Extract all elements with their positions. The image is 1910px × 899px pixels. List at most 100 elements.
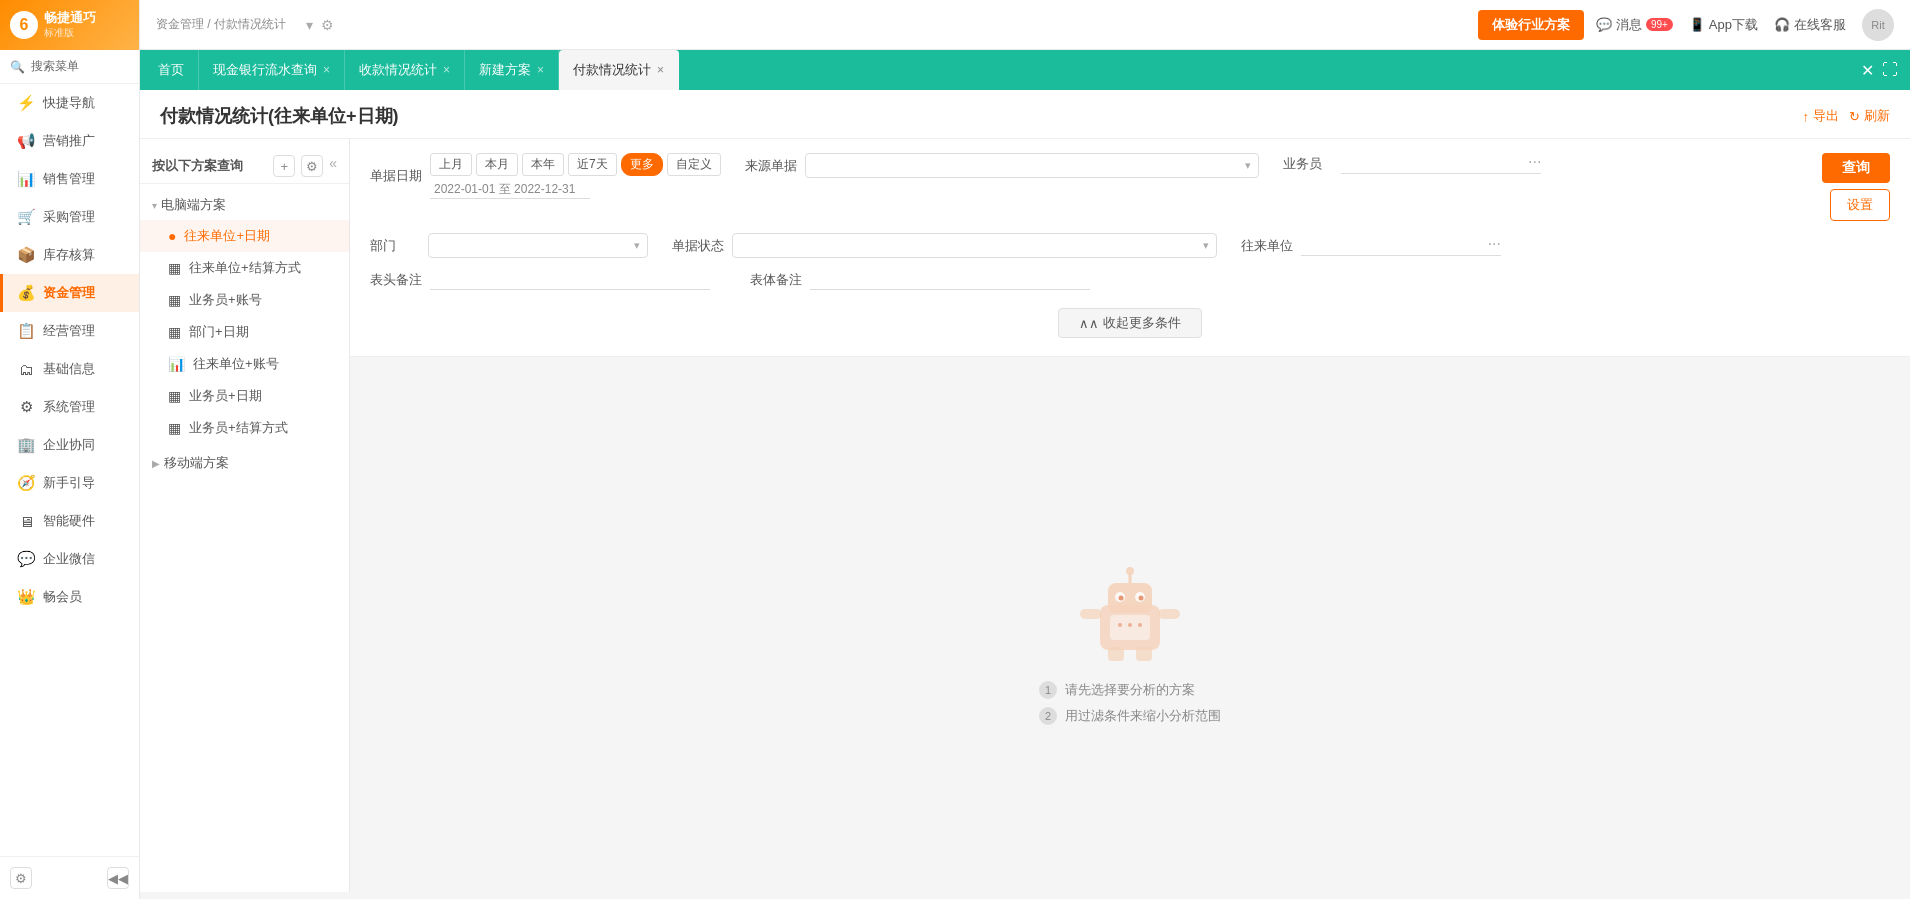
header-note-input[interactable] — [430, 270, 710, 290]
empty-step-1: 1 请先选择要分析的方案 — [1039, 681, 1221, 699]
sidebar-item-marketing[interactable]: 📢 营销推广 — [0, 122, 139, 160]
tab-expand-btn[interactable]: ⛶ — [1882, 61, 1898, 79]
date-btn-7days[interactable]: 近7天 — [568, 153, 617, 176]
scheme-item-partner-account[interactable]: 📊 往来单位+账号 — [140, 348, 349, 380]
sidebar-item-member[interactable]: 👑 畅会员 — [0, 578, 139, 616]
page-header: 付款情况统计(往来单位+日期) ↑ 导出 ↻ 刷新 — [140, 90, 1910, 139]
app-download-icon: 📱 — [1689, 17, 1705, 32]
collapse-more-btn[interactable]: ∧∧ 收起更多条件 — [1058, 308, 1202, 338]
sidebar-item-inventory[interactable]: 📦 库存核算 — [0, 236, 139, 274]
page-title: 付款情况统计(往来单位+日期) — [160, 104, 399, 128]
tab-receivable-close[interactable]: × — [443, 63, 450, 77]
source-doc-select[interactable] — [805, 153, 1260, 178]
svg-rect-12 — [1110, 615, 1150, 640]
staff-label: 业务员 — [1283, 155, 1333, 173]
scheme-item-staff-date[interactable]: ▦ 业务员+日期 — [140, 380, 349, 412]
sidebar-item-quick-nav[interactable]: ⚡ 快捷导航 — [0, 84, 139, 122]
tab-new-scheme-close[interactable]: × — [537, 63, 544, 77]
trial-btn[interactable]: 体验行业方案 — [1478, 10, 1584, 40]
user-avatar[interactable]: Rit — [1862, 9, 1894, 41]
message-action[interactable]: 💬 消息 99+ — [1596, 16, 1673, 34]
sidebar-item-label: 畅会员 — [43, 588, 82, 606]
svg-point-4 — [1119, 595, 1124, 600]
sidebar-item-label: 企业微信 — [43, 550, 95, 568]
sidebar-item-guide[interactable]: 🧭 新手引导 — [0, 464, 139, 502]
scheme-settings-btn[interactable]: ⚙ — [301, 155, 323, 177]
scheme-group-mobile: ▶ 移动端方案 — [140, 448, 349, 478]
sidebar-item-enterprise[interactable]: 🏢 企业协同 — [0, 426, 139, 464]
app-logo-text-group: 畅捷通巧 标准版 — [44, 10, 96, 40]
scheme-item-staff-settle[interactable]: ▦ 业务员+结算方式 — [140, 412, 349, 444]
system-icon: ⚙ — [17, 398, 35, 416]
sidebar-header: 6 畅捷通巧 标准版 — [0, 0, 139, 50]
sidebar-search[interactable]: 🔍 搜索菜单 — [0, 50, 139, 84]
empty-state: 1 请先选择要分析的方案 2 用过滤条件来缩小分析范围 — [1039, 565, 1221, 725]
scheme-group-header-desktop[interactable]: ▾ 电脑端方案 — [140, 190, 349, 220]
sidebar-item-system[interactable]: ⚙ 系统管理 — [0, 388, 139, 426]
tab-receivable[interactable]: 收款情况统计 × — [345, 50, 465, 90]
tab-close-all-btn[interactable]: ✕ — [1861, 61, 1874, 80]
date-range-input[interactable] — [430, 180, 590, 199]
sidebar-item-basic-info[interactable]: 🗂 基础信息 — [0, 350, 139, 388]
query-btn[interactable]: 查询 — [1822, 153, 1890, 183]
sidebar-item-hardware[interactable]: 🖥 智能硬件 — [0, 502, 139, 540]
date-btn-this-month[interactable]: 本月 — [476, 153, 518, 176]
sidebar-item-wechat[interactable]: 💬 企业微信 — [0, 540, 139, 578]
scheme-group-header-mobile[interactable]: ▶ 移动端方案 — [140, 448, 349, 478]
avatar-text: Rit — [1871, 19, 1884, 31]
sidebar-item-label: 采购管理 — [43, 208, 95, 226]
body-note-input[interactable] — [810, 270, 1090, 290]
wechat-icon: 💬 — [17, 550, 35, 568]
export-btn[interactable]: ↑ 导出 — [1803, 107, 1840, 125]
tab-cashflow-close[interactable]: × — [323, 63, 330, 77]
online-service-action[interactable]: 🎧 在线客服 — [1774, 16, 1846, 34]
sidebar-item-purchase[interactable]: 🛒 采购管理 — [0, 198, 139, 236]
online-service-label: 在线客服 — [1794, 16, 1846, 34]
filter-settings-btn[interactable]: 设置 — [1830, 189, 1890, 221]
content-area: 1 请先选择要分析的方案 2 用过滤条件来缩小分析范围 — [350, 357, 1910, 892]
export-label: 导出 — [1813, 107, 1839, 125]
scheme-item-partner-date[interactable]: ● 往来单位+日期 — [140, 220, 349, 252]
footer-settings-btn[interactable]: ⚙ — [10, 867, 32, 889]
dept-label: 部门 — [370, 237, 420, 255]
date-btn-custom[interactable]: 自定义 — [667, 153, 721, 176]
dept-select[interactable] — [428, 233, 648, 258]
sidebar-item-finance[interactable]: 💰 资金管理 — [0, 274, 139, 312]
guide-icon: 🧭 — [17, 474, 35, 492]
partner-dots-input[interactable]: ··· — [1301, 235, 1501, 256]
date-btn-more[interactable]: 更多 — [621, 153, 663, 176]
panel-collapse-btn[interactable]: « — [329, 155, 337, 177]
sidebar-item-sales[interactable]: 📊 销售管理 — [0, 160, 139, 198]
tab-payable-label: 付款情况统计 — [573, 61, 651, 79]
topbar: 资金管理 / 付款情况统计 ▾ ⚙ 体验行业方案 💬 消息 99+ 📱 App下… — [140, 0, 1910, 50]
app-download-action[interactable]: 📱 App下载 — [1689, 16, 1758, 34]
tab-home[interactable]: 首页 — [144, 50, 199, 90]
tab-cashflow[interactable]: 现金银行流水查询 × — [199, 50, 345, 90]
tab-payable[interactable]: 付款情况统计 × — [559, 50, 679, 90]
sidebar-item-operation[interactable]: 📋 经营管理 — [0, 312, 139, 350]
filter-notes-row: 表头备注 表体备注 — [370, 270, 1890, 290]
scheme-item-dept-date[interactable]: ▦ 部门+日期 — [140, 316, 349, 348]
scheme-group-label: 移动端方案 — [164, 454, 229, 472]
tab-payable-close[interactable]: × — [657, 63, 664, 77]
footer-collapse-btn[interactable]: ◀◀ — [107, 867, 129, 889]
finance-icon: 💰 — [17, 284, 35, 302]
date-btn-last-month[interactable]: 上月 — [430, 153, 472, 176]
svg-rect-11 — [1136, 647, 1152, 661]
staff-dots-input[interactable]: ··· — [1341, 153, 1541, 174]
refresh-btn[interactable]: ↻ 刷新 — [1849, 107, 1890, 125]
dropdown-arrow-icon[interactable]: ▾ — [306, 17, 313, 33]
svg-point-5 — [1139, 595, 1144, 600]
tab-new-scheme[interactable]: 新建方案 × — [465, 50, 559, 90]
message-icon: 💬 — [1596, 17, 1612, 32]
voucher-status-select[interactable] — [732, 233, 1217, 258]
date-btn-this-year[interactable]: 本年 — [522, 153, 564, 176]
topbar-breadcrumb: 资金管理 / 付款情况统计 — [156, 16, 286, 33]
settings-gear-icon[interactable]: ⚙ — [321, 17, 334, 33]
scheme-item-staff-account[interactable]: ▦ 业务员+账号 — [140, 284, 349, 316]
empty-step-2: 2 用过滤条件来缩小分析范围 — [1039, 707, 1221, 725]
message-label: 消息 — [1616, 16, 1642, 34]
scheme-item-partner-settle[interactable]: ▦ 往来单位+结算方式 — [140, 252, 349, 284]
scheme-icon: ▦ — [168, 388, 181, 404]
add-scheme-btn[interactable]: + — [273, 155, 295, 177]
